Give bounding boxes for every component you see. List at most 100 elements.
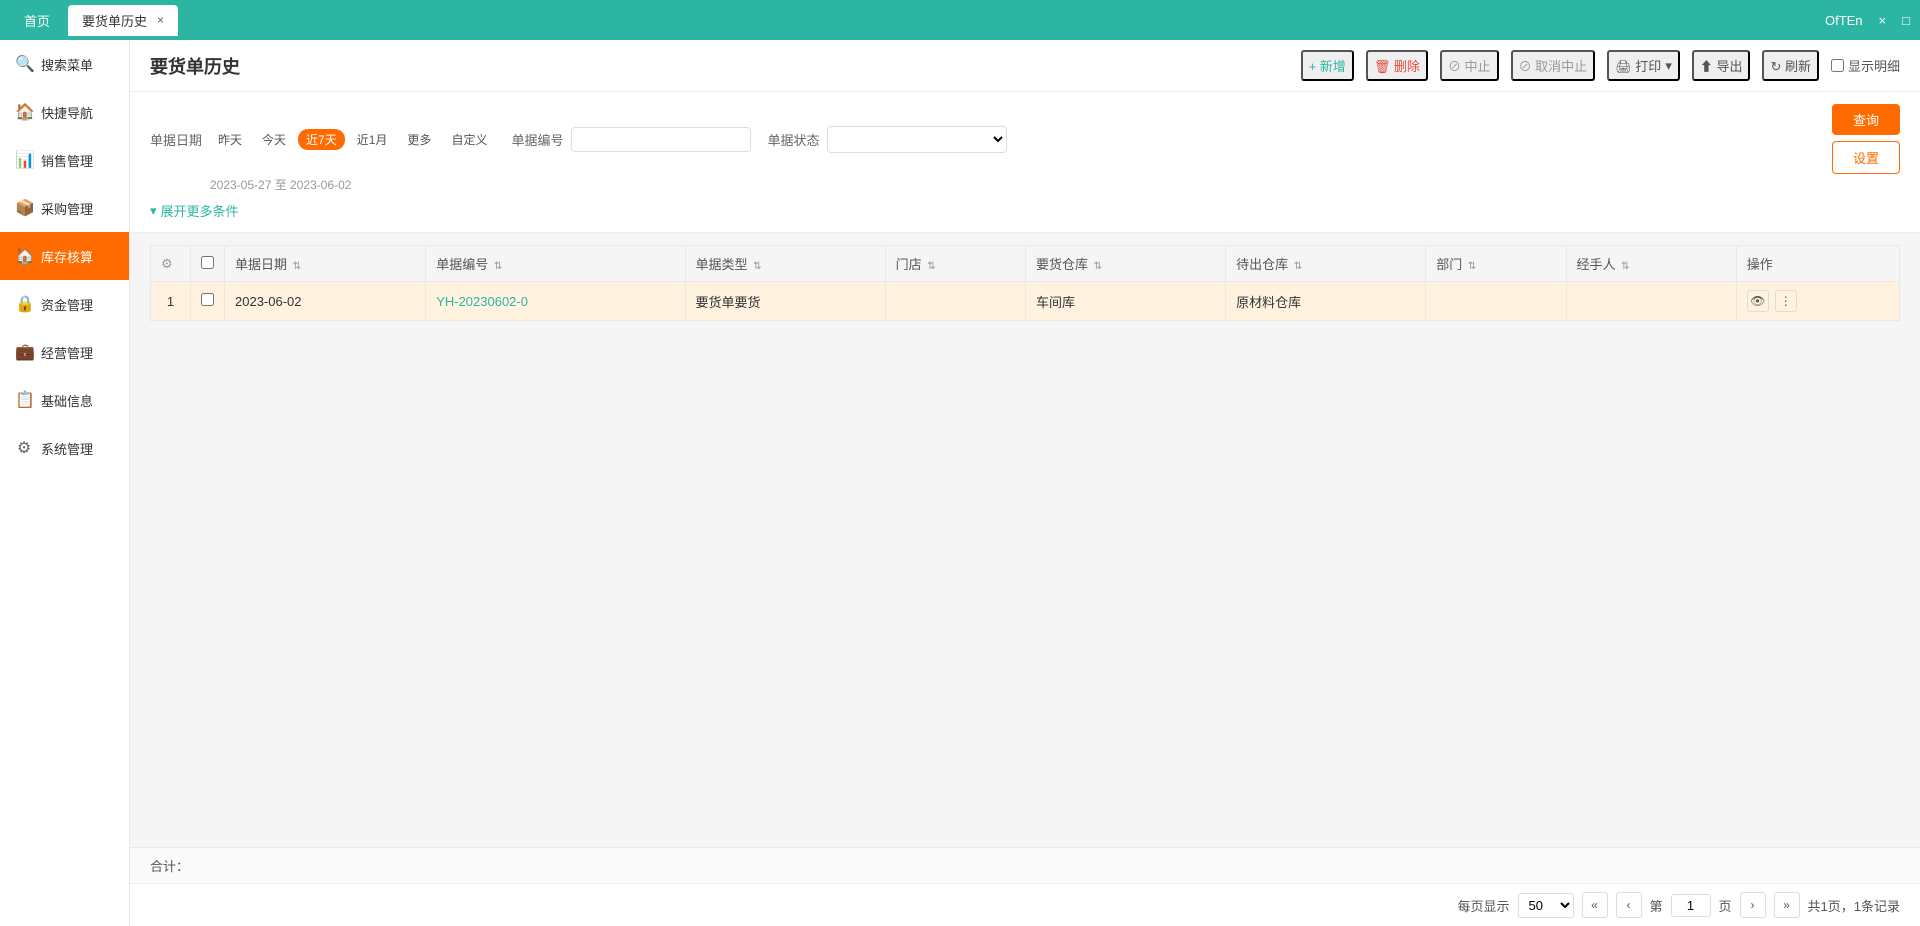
new-button[interactable]: + 新增 xyxy=(1301,50,1354,81)
order-no-sort-icon[interactable]: ⇅ xyxy=(494,261,502,272)
sidebar-label-inventory: 库存核算 xyxy=(41,247,93,266)
basic-info-icon: 📋 xyxy=(15,390,33,410)
table-row: 1 2023-06-02 YH-20230602-0 要货单要货 车间库 原材料… xyxy=(151,282,1900,321)
last-page-button[interactable]: » xyxy=(1774,892,1800,918)
row-checkbox-cell[interactable] xyxy=(191,282,225,321)
cancel-stop-button[interactable]: ⊘ 取消中止 xyxy=(1511,50,1596,81)
sidebar: 🔍 搜索菜单 🏠 快捷导航 📊 销售管理 📦 采购管理 🏠 库存核算 🔒 资金管… xyxy=(0,40,130,926)
column-settings-icon[interactable]: ⚙ xyxy=(161,256,173,271)
sidebar-label-basic-info: 基础信息 xyxy=(41,391,93,410)
delete-button[interactable]: 🗑 删除 xyxy=(1366,50,1428,81)
order-history-tab-label: 要货单历史 xyxy=(82,11,147,30)
action-icons: 👁 ⋮ xyxy=(1747,290,1889,312)
table-body: 1 2023-06-02 YH-20230602-0 要货单要货 车间库 原材料… xyxy=(151,282,1900,321)
top-bar: 首页 要货单历史 × OfTEn × □ xyxy=(0,0,1920,40)
order-no-input[interactable] xyxy=(571,127,751,152)
select-all-checkbox[interactable] xyxy=(201,256,214,269)
sidebar-item-purchase-mgmt[interactable]: 📦 采购管理 xyxy=(0,184,129,232)
row-checkbox[interactable] xyxy=(201,293,214,306)
order-no-filter-group: 单据编号 xyxy=(511,127,751,152)
maximize-icon[interactable]: □ xyxy=(1902,13,1910,28)
sidebar-item-quick-nav[interactable]: 🏠 快捷导航 xyxy=(0,88,129,136)
page-number-input[interactable] xyxy=(1671,894,1711,917)
display-detail-checkbox[interactable]: 显示明细 xyxy=(1831,56,1900,75)
page-title: 要货单历史 xyxy=(150,53,240,89)
tab-home[interactable]: 首页 xyxy=(10,5,64,36)
sidebar-label-sales-mgmt: 销售管理 xyxy=(41,151,93,170)
sidebar-label-quick-nav: 快捷导航 xyxy=(41,103,93,122)
inventory-icon: 🏠 xyxy=(15,246,33,266)
status-filter-group: 单据状态 xyxy=(767,126,1007,153)
tab-close-icon[interactable]: × xyxy=(157,13,164,27)
header-row: ⚙ 单据日期 ⇅ 单据编号 ⇅ xyxy=(151,246,1900,282)
action-view-icon[interactable]: 👁 xyxy=(1747,290,1769,312)
ops-mgmt-icon: 💼 xyxy=(15,342,33,362)
sidebar-label-search-menu: 搜索菜单 xyxy=(41,55,93,74)
date-filter-label: 单据日期 xyxy=(150,130,202,149)
page-header: 要货单历史 + 新增 🗑 删除 ⊘ 中止 ⊘ 取消中止 🖨 打印 ▾ ⬆ 导出 … xyxy=(130,40,1920,92)
type-sort-icon[interactable]: ⇅ xyxy=(753,261,761,272)
order-no-link[interactable]: YH-20230602-0 xyxy=(436,294,528,309)
pending-warehouse-sort-icon[interactable]: ⇅ xyxy=(1294,261,1302,272)
sidebar-label-purchase-mgmt: 采购管理 xyxy=(41,199,93,218)
print-label: 🖨 打印 xyxy=(1615,56,1661,75)
expand-more-icon: ▾ xyxy=(150,203,157,219)
dept-sort-icon[interactable]: ⇅ xyxy=(1468,261,1476,272)
date-sort-icon[interactable]: ⇅ xyxy=(293,261,301,272)
sidebar-item-inventory[interactable]: 🏠 库存核算 xyxy=(0,232,129,280)
export-button[interactable]: ⬆ 导出 xyxy=(1692,50,1751,81)
order-no-label: 单据编号 xyxy=(511,130,563,149)
date-btn-today[interactable]: 今天 xyxy=(254,129,294,150)
date-range-display: 2023-05-27 至 2023-06-02 xyxy=(206,176,1900,193)
th-settings[interactable]: ⚙ xyxy=(151,246,191,282)
th-dept: 部门 ⇅ xyxy=(1426,246,1566,282)
status-select[interactable] xyxy=(827,126,1007,153)
date-btn-1month[interactable]: 近1月 xyxy=(349,129,396,150)
date-btn-custom[interactable]: 自定义 xyxy=(443,129,495,150)
tab-order-history[interactable]: 要货单历史 × xyxy=(68,5,178,36)
req-warehouse-sort-icon[interactable]: ⇅ xyxy=(1094,261,1102,272)
action-more-icon[interactable]: ⋮ xyxy=(1775,290,1797,312)
th-checkbox[interactable] xyxy=(191,246,225,282)
settings-button[interactable]: 设置 xyxy=(1832,141,1900,174)
print-dropdown-icon: ▾ xyxy=(1665,58,1672,74)
th-store-label: 门店 xyxy=(896,257,922,272)
tab-bar: 首页 要货单历史 × xyxy=(10,5,1825,36)
sys-mgmt-icon: ⚙ xyxy=(15,438,33,458)
row-handler xyxy=(1566,282,1736,321)
date-btn-more[interactable]: 更多 xyxy=(399,129,439,150)
store-sort-icon[interactable]: ⇅ xyxy=(927,261,935,272)
sidebar-item-sys-mgmt[interactable]: ⚙ 系统管理 xyxy=(0,424,129,472)
sidebar-item-ops-mgmt[interactable]: 💼 经营管理 xyxy=(0,328,129,376)
refresh-button[interactable]: ↻ 刷新 xyxy=(1762,50,1819,81)
print-button[interactable]: 🖨 打印 ▾ xyxy=(1607,50,1680,81)
home-tab-label: 首页 xyxy=(24,11,50,30)
per-page-select[interactable]: 50 100 xyxy=(1518,893,1574,918)
row-dept xyxy=(1426,282,1566,321)
sidebar-item-basic-info[interactable]: 📋 基础信息 xyxy=(0,376,129,424)
page-label-after: 页 xyxy=(1719,896,1732,915)
next-page-button[interactable]: › xyxy=(1740,892,1766,918)
sidebar-item-search-menu[interactable]: 🔍 搜索菜单 xyxy=(0,40,129,88)
pagination-bar: 每页显示 50 100 « ‹ 第 页 › » 共1页，1条记录 xyxy=(130,883,1920,926)
total-label: 合计： xyxy=(150,859,189,874)
footer-total: 合计： xyxy=(130,847,1920,883)
close-window-icon[interactable]: × xyxy=(1879,13,1887,28)
sidebar-item-finance-mgmt[interactable]: 🔒 资金管理 xyxy=(0,280,129,328)
often-label: OfTEn xyxy=(1825,13,1863,28)
first-page-button[interactable]: « xyxy=(1582,892,1608,918)
sidebar-item-sales-mgmt[interactable]: 📊 销售管理 xyxy=(0,136,129,184)
stop-button[interactable]: ⊘ 中止 xyxy=(1440,50,1499,81)
content-area: 要货单历史 + 新增 🗑 删除 ⊘ 中止 ⊘ 取消中止 🖨 打印 ▾ ⬆ 导出 … xyxy=(130,40,1920,926)
date-btn-7days[interactable]: 近7天 xyxy=(298,129,345,150)
handler-sort-icon[interactable]: ⇅ xyxy=(1621,261,1629,272)
status-label: 单据状态 xyxy=(767,130,819,149)
prev-page-button[interactable]: ‹ xyxy=(1616,892,1642,918)
query-button[interactable]: 查询 xyxy=(1832,104,1900,135)
display-detail-check[interactable] xyxy=(1831,59,1844,72)
date-btn-yesterday[interactable]: 昨天 xyxy=(210,129,250,150)
th-handler: 经手人 ⇅ xyxy=(1566,246,1736,282)
th-pending-warehouse-label: 待出仓库 xyxy=(1236,257,1288,272)
row-date: 2023-06-02 xyxy=(225,282,426,321)
expand-more-btn[interactable]: ▾ 展开更多条件 xyxy=(150,201,1900,220)
